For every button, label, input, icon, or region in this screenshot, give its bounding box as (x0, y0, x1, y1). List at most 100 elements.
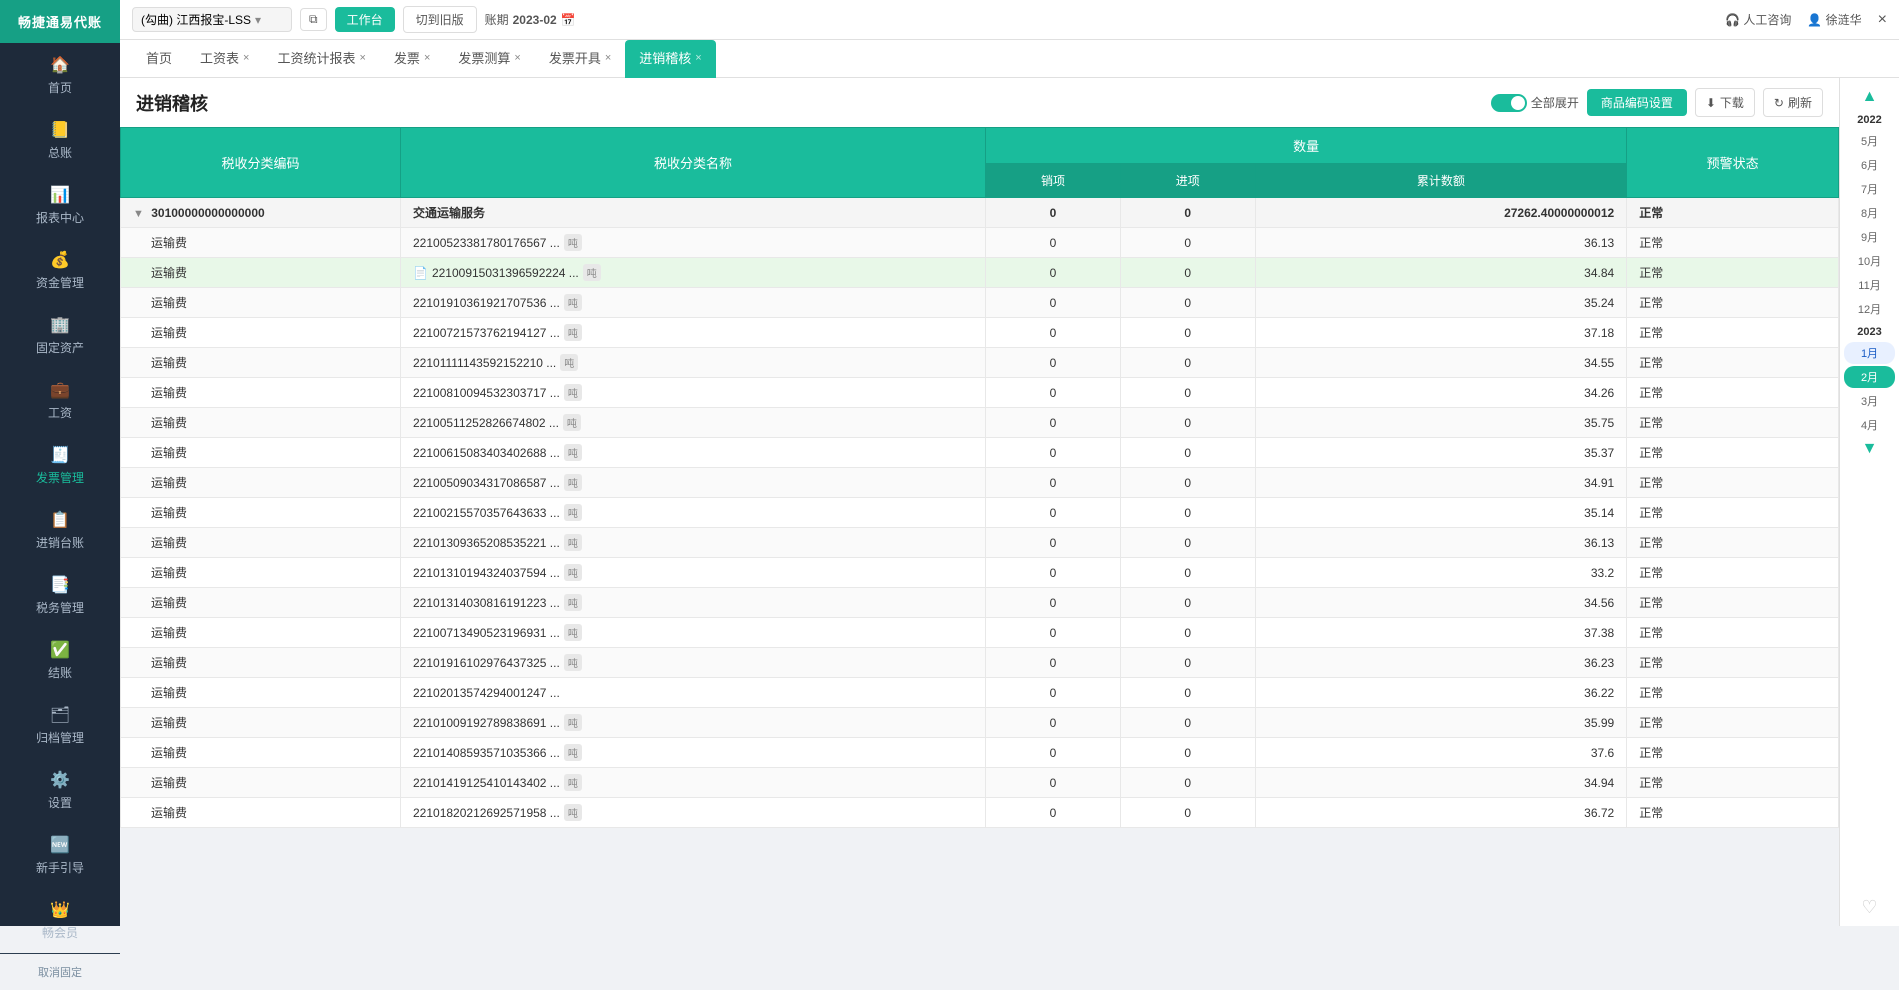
collapse-icon[interactable]: ▼ (133, 208, 144, 220)
sidebar-item-report[interactable]: 📊 报表中心 (0, 173, 120, 238)
table-row[interactable]: ▼ 30100000000000000 交通运输服务 0 0 27262.400… (121, 198, 1839, 228)
workbench-button[interactable]: 工作台 (335, 7, 395, 32)
tab-sales-check[interactable]: 进销稽核 × (625, 40, 715, 78)
table-row[interactable]: 运输费 22101111143592152210 ...吨 0 0 34.55 … (121, 348, 1839, 378)
table-row[interactable]: 运输费 22100215570357643633 ...吨 0 0 35.14 … (121, 498, 1839, 528)
sidebar-item-sales-ledger[interactable]: 📋 进销台账 (0, 498, 120, 563)
table-row[interactable]: 运输费 22101419125410143402 ...吨 0 0 34.94 … (121, 768, 1839, 798)
row-name: 运输费 (121, 558, 401, 588)
month-oct-2022[interactable]: 10月 (1844, 250, 1895, 272)
table-row[interactable]: 运输费 22100523381780176567 ...吨 0 0 36.13 … (121, 228, 1839, 258)
table-row[interactable]: 运输费 22101009192789838691 ...吨 0 0 35.99 … (121, 708, 1839, 738)
tax-icon: 📑 (50, 575, 70, 595)
row-cumulative: 34.56 (1255, 588, 1627, 618)
row-name: 运输费 (121, 378, 401, 408)
tab-invoice-open[interactable]: 发票开具 × (535, 40, 625, 78)
download-button[interactable]: ⬇ 下载 (1695, 88, 1755, 117)
sidebar-item-settle[interactable]: ✅ 结账 (0, 628, 120, 693)
switch-version-button[interactable]: 切到旧版 (403, 6, 477, 33)
user-menu[interactable]: 👤 徐涟华 (1807, 11, 1861, 28)
sidebar-item-invoice[interactable]: 🧾 发票管理 (0, 433, 120, 498)
month-nov-2022[interactable]: 11月 (1844, 274, 1895, 296)
month-feb-2023[interactable]: 2月 (1844, 366, 1895, 388)
row-cumulative: 36.72 (1255, 798, 1627, 828)
close-window-button[interactable]: × (1878, 11, 1887, 29)
sidebar-item-invoice-label: 发票管理 (36, 469, 84, 486)
nav-up-arrow[interactable]: ▲ (1860, 86, 1880, 108)
month-sep-2022[interactable]: 9月 (1844, 226, 1895, 248)
expand-toggle[interactable]: 全部展开 (1491, 94, 1579, 112)
month-jan-2023[interactable]: 1月 (1844, 342, 1895, 364)
unpin-button[interactable]: 取消固定 (0, 953, 120, 990)
sidebar-item-guide[interactable]: 🆕 新手引导 (0, 823, 120, 888)
calendar-icon[interactable]: 📅 (561, 13, 576, 27)
month-apr-2023[interactable]: 4月 (1844, 414, 1895, 436)
table-row[interactable]: 运输费 22101314030816191223 ...吨 0 0 34.56 … (121, 588, 1839, 618)
tab-salary-table[interactable]: 工资表 × (186, 40, 263, 78)
table-area: 进销稽核 全部展开 商品编码设置 ⬇ 下载 ↻ 刷新 (120, 78, 1839, 926)
file-icon: 📄 (413, 266, 428, 280)
month-jul-2022[interactable]: 7月 (1844, 178, 1895, 200)
sidebar: 畅捷通易代账 🏠 首页 📒 总账 📊 报表中心 💰 资金管理 🏢 固定资产 💼 … (0, 0, 120, 926)
row-status: 正常 (1627, 348, 1839, 378)
table-row[interactable]: 运输费 22101310194324037594 ...吨 0 0 33.2 正… (121, 558, 1839, 588)
archive-icon: 🗂 (50, 705, 70, 725)
table-row[interactable]: 运输费 22101916102976437325 ...吨 0 0 36.23 … (121, 648, 1839, 678)
sidebar-item-ledger[interactable]: 📒 总账 (0, 108, 120, 173)
row-name: 运输费 (121, 708, 401, 738)
tab-invoice-calc-close[interactable]: × (514, 52, 520, 64)
table-row[interactable]: 运输费 22100509034317086587 ...吨 0 0 34.91 … (121, 468, 1839, 498)
sidebar-item-capital[interactable]: 💰 资金管理 (0, 238, 120, 303)
refresh-button[interactable]: ↻ 刷新 (1763, 88, 1823, 117)
month-mar-2023[interactable]: 3月 (1844, 390, 1895, 412)
copy-button[interactable]: ⧉ (300, 8, 327, 31)
sidebar-item-salary[interactable]: 💼 工资 (0, 368, 120, 433)
page-title: 进销稽核 (136, 90, 208, 116)
tab-sales-check-close[interactable]: × (695, 52, 701, 64)
row-status: 正常 (1627, 498, 1839, 528)
sidebar-item-settings[interactable]: ⚙️ 设置 (0, 758, 120, 823)
table-row[interactable]: 运输费 22100511252826674802 ...吨 0 0 35.75 … (121, 408, 1839, 438)
sidebar-item-home[interactable]: 🏠 首页 (0, 43, 120, 108)
favorite-heart-icon[interactable]: ♡ (1861, 897, 1877, 918)
table-row[interactable]: 运输费 22101309365208535221 ...吨 0 0 36.13 … (121, 528, 1839, 558)
sidebar-item-tax[interactable]: 📑 税务管理 (0, 563, 120, 628)
table-row[interactable]: 运输费 22100713490523196931 ...吨 0 0 37.38 … (121, 618, 1839, 648)
tab-salary-table-close[interactable]: × (243, 52, 249, 64)
toggle-switch[interactable] (1491, 94, 1527, 112)
table-row[interactable]: 运输费 22100810094532303717 ...吨 0 0 34.26 … (121, 378, 1839, 408)
month-aug-2022[interactable]: 8月 (1844, 202, 1895, 224)
table-row[interactable]: 运输费 22100615083403402688 ...吨 0 0 35.37 … (121, 438, 1839, 468)
tab-invoice[interactable]: 发票 × (380, 40, 444, 78)
sidebar-item-assets[interactable]: 🏢 固定资产 (0, 303, 120, 368)
row-name: 运输费 (121, 288, 401, 318)
sidebar-item-salary-label: 工资 (48, 404, 72, 421)
table-row[interactable]: 运输费 22100721573762194127 ...吨 0 0 37.18 … (121, 318, 1839, 348)
month-may-2022[interactable]: 5月 (1844, 130, 1895, 152)
row-sales: 0 (986, 318, 1121, 348)
unit-tag: 吨 (564, 384, 582, 401)
sidebar-item-member[interactable]: 👑 畅会员 (0, 888, 120, 953)
sidebar-item-archive[interactable]: 🗂 归档管理 (0, 693, 120, 758)
month-jun-2022[interactable]: 6月 (1844, 154, 1895, 176)
tab-invoice-calc[interactable]: 发票测算 × (444, 40, 534, 78)
tab-salary-stats-close[interactable]: × (359, 52, 365, 64)
table-row[interactable]: 运输费 22101820212692571958 ...吨 0 0 36.72 … (121, 798, 1839, 828)
company-selector[interactable]: (勾曲) 江西报宝-LSS ▾ (132, 7, 292, 32)
row-purchase: 0 (1120, 288, 1255, 318)
row-invoice-code: 22100810094532303717 ...吨 (401, 378, 986, 408)
month-dec-2022[interactable]: 12月 (1844, 298, 1895, 320)
nav-down-arrow[interactable]: ▼ (1860, 438, 1880, 460)
table-row[interactable]: 运输费 22101910361921707536 ...吨 0 0 35.24 … (121, 288, 1839, 318)
header-sales: 销项 (986, 164, 1121, 198)
tab-invoice-close[interactable]: × (424, 52, 430, 64)
tab-home[interactable]: 首页 (132, 40, 186, 78)
row-purchase: 0 (1120, 378, 1255, 408)
setting-button[interactable]: 商品编码设置 (1587, 89, 1687, 116)
tab-invoice-open-close[interactable]: × (605, 52, 611, 64)
table-row[interactable]: 运输费 22101408593571035366 ...吨 0 0 37.6 正… (121, 738, 1839, 768)
support-button[interactable]: 🎧 人工咨询 (1725, 11, 1791, 28)
table-row[interactable]: 运输费 📄22100915031396592224 ...吨 0 0 34.84… (121, 258, 1839, 288)
table-row[interactable]: 运输费 22102013574294001247 ... 0 0 36.22 正… (121, 678, 1839, 708)
tab-salary-stats[interactable]: 工资统计报表 × (263, 40, 379, 78)
